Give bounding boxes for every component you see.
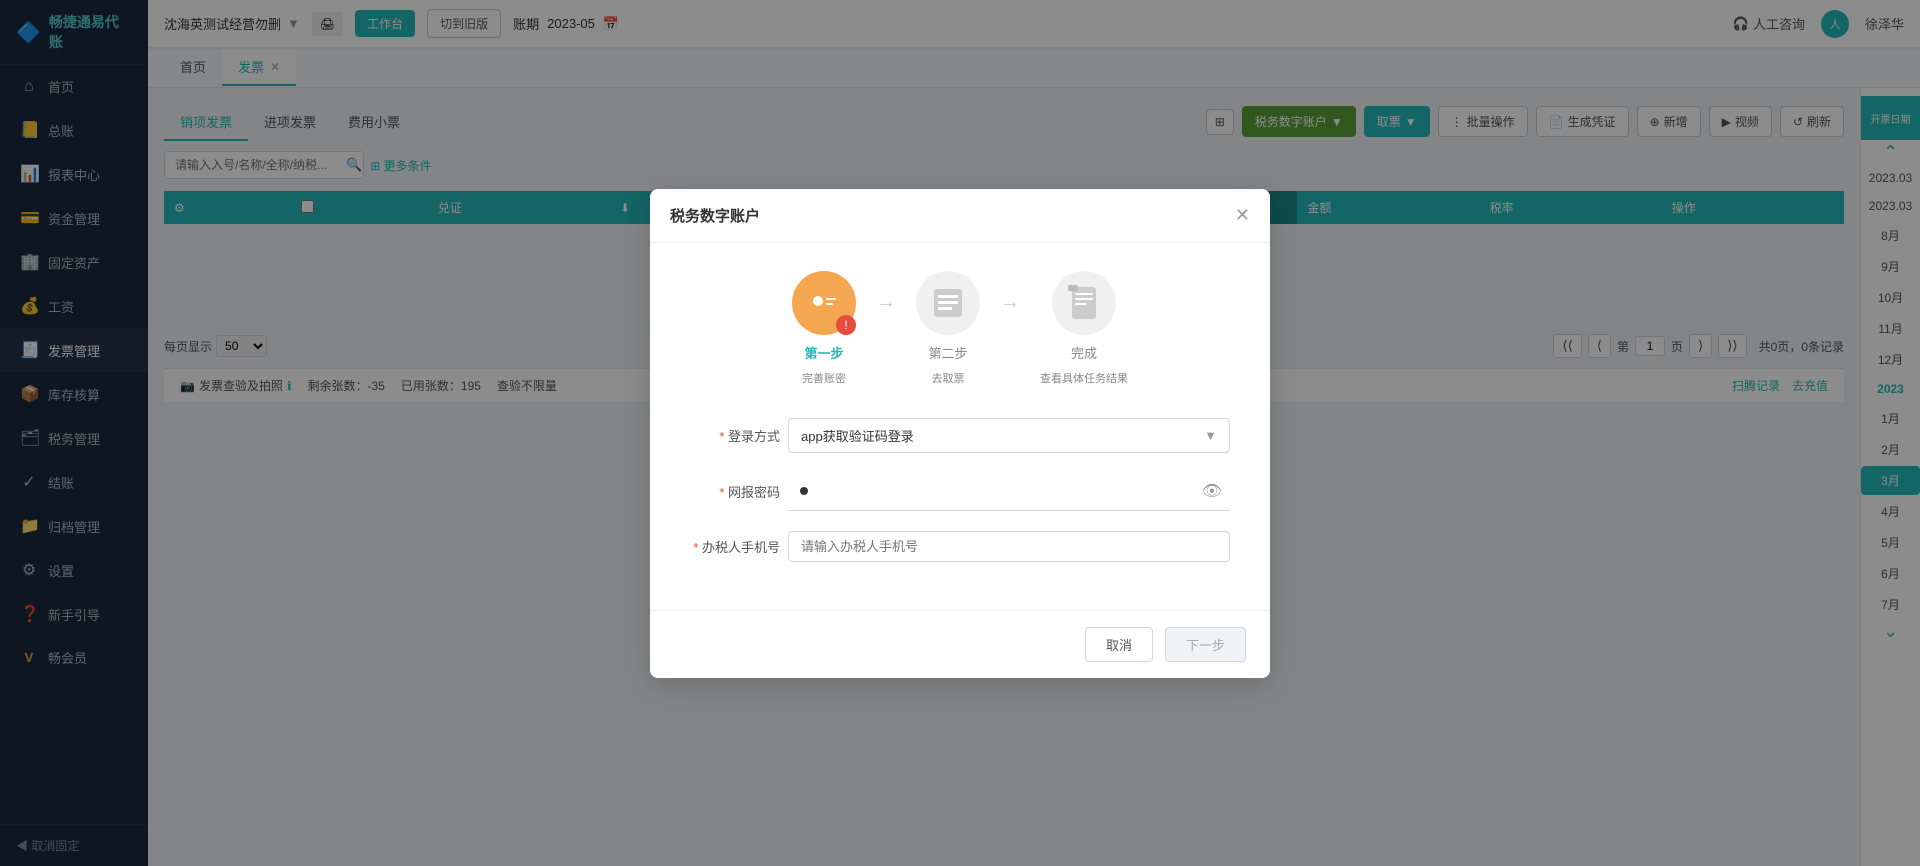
step-1-label: 第一步 (804, 343, 843, 362)
password-row: 网报密码 👁 (690, 473, 1230, 511)
login-method-row: 登录方式 app获取验证码登录 ▼ (690, 418, 1230, 453)
modal-header: 税务数字账户 ✕ (650, 189, 1270, 243)
step-arrow-2: → (980, 271, 1040, 314)
steps: ! 第一步 完善账密 → (690, 271, 1230, 386)
modal-footer: 取消 下一步 (650, 610, 1270, 678)
password-toggle-icon[interactable]: 👁 (1194, 481, 1230, 501)
step-3-label: 完成 (1071, 343, 1097, 362)
next-btn[interactable]: 下一步 (1165, 627, 1246, 662)
phone-row: 办税人手机号 (690, 531, 1230, 562)
password-wrapper: 👁 (788, 473, 1230, 511)
cancel-btn[interactable]: 取消 (1085, 627, 1153, 662)
modal-close-btn[interactable]: ✕ (1235, 205, 1250, 226)
phone-label: 办税人手机号 (690, 537, 780, 556)
login-method-value: app获取验证码登录 (801, 426, 914, 445)
step-2: 第二步 去取票 (916, 271, 980, 386)
arrow-right-icon: → (876, 291, 896, 314)
select-arrow-icon: ▼ (1204, 428, 1217, 443)
step-1-icon (806, 285, 842, 321)
step-1-circle: ! (792, 271, 856, 335)
step-3-circle (1052, 271, 1116, 335)
step-1-badge: ! (836, 315, 856, 335)
step-3: 完成 查看具体任务结果 (1040, 271, 1128, 386)
modal-form: 登录方式 app获取验证码登录 ▼ 网报密码 👁 (690, 418, 1230, 562)
password-input[interactable] (808, 477, 1194, 506)
step-3-sublabel: 查看具体任务结果 (1040, 370, 1128, 386)
step-3-icon (1066, 285, 1102, 321)
phone-input[interactable] (788, 531, 1230, 562)
step-arrow-1: → (856, 271, 916, 314)
exclamation-icon: ! (844, 318, 847, 332)
step-1-sublabel: 完善账密 (802, 370, 846, 386)
modal-title: 税务数字账户 (670, 205, 760, 226)
login-method-select[interactable]: app获取验证码登录 ▼ (788, 418, 1230, 453)
step-2-label: 第二步 (928, 343, 967, 362)
modal-body: ! 第一步 完善账密 → (650, 243, 1270, 610)
step-1: ! 第一步 完善账密 (792, 271, 856, 386)
step-2-icon (930, 285, 966, 321)
password-dot (800, 487, 808, 495)
step-2-circle (916, 271, 980, 335)
arrow-right-2-icon: → (1000, 291, 1020, 314)
login-method-label: 登录方式 (690, 426, 780, 445)
modal-overlay: 税务数字账户 ✕ ! (0, 0, 1920, 866)
step-2-sublabel: 去取票 (932, 370, 965, 386)
tax-account-modal: 税务数字账户 ✕ ! (650, 189, 1270, 678)
password-label: 网报密码 (690, 482, 780, 501)
